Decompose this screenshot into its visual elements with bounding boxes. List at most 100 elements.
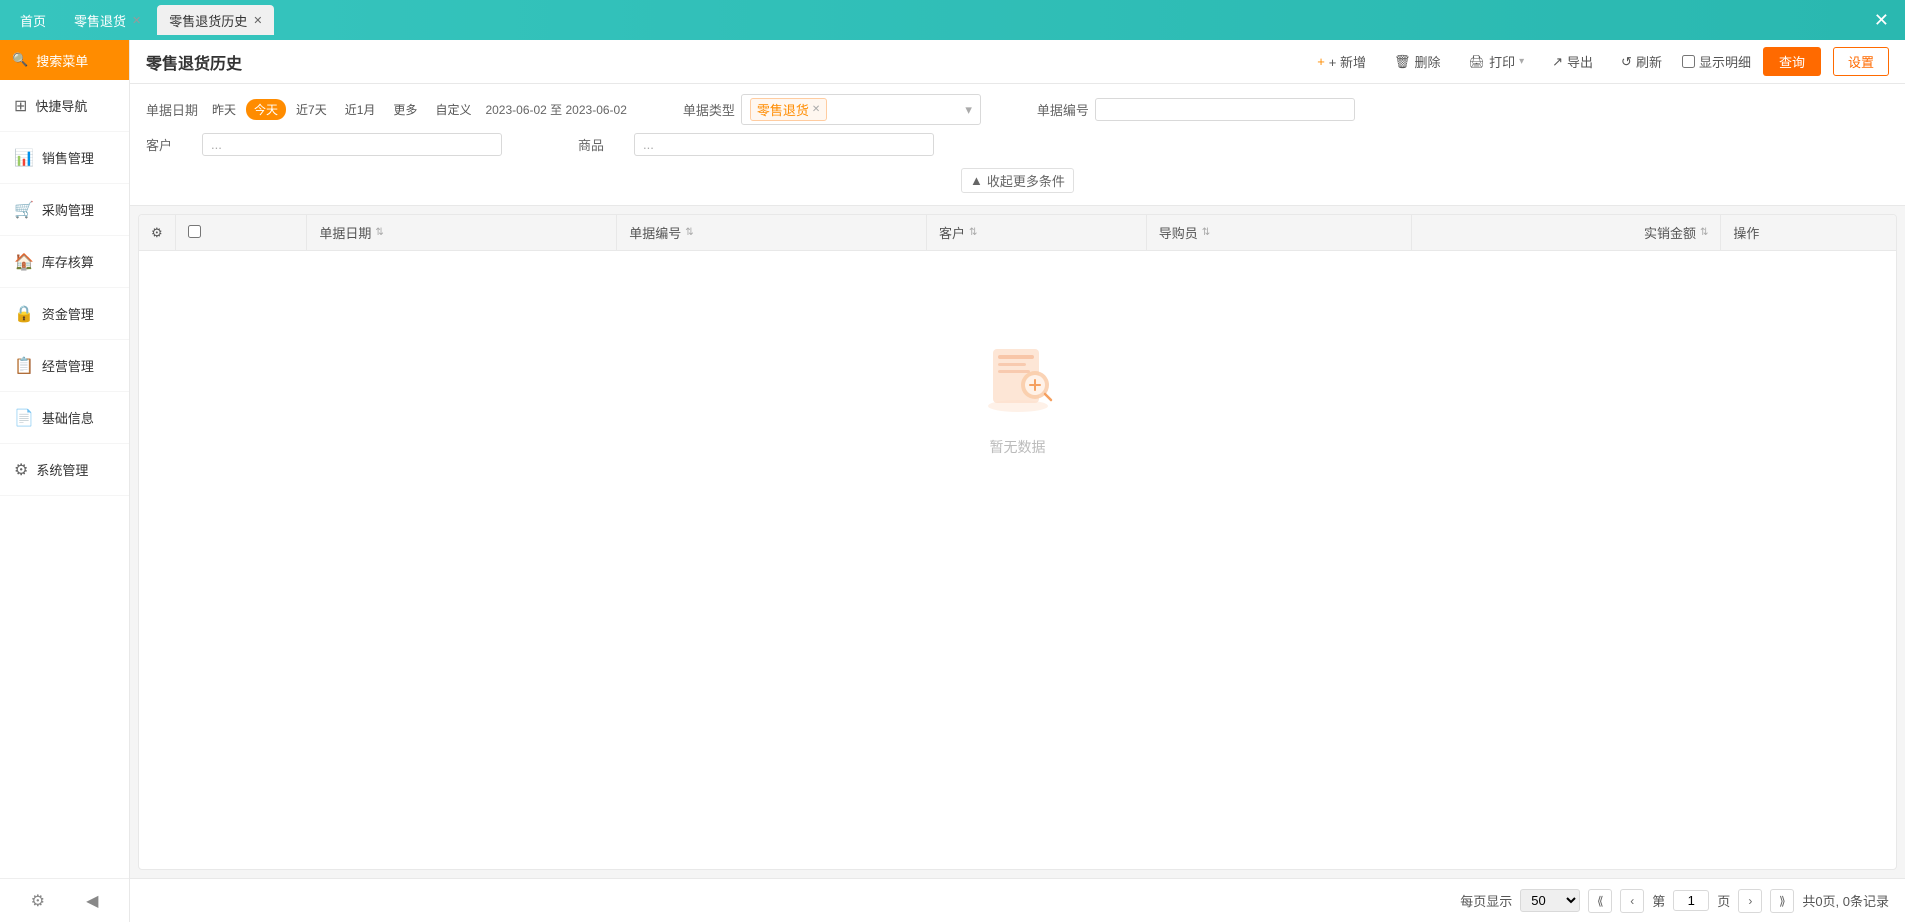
date-label: 单据日期 (146, 100, 198, 119)
top-bar: 首页 零售退货 ✕ 零售退货历史 ✕ ✕ (0, 0, 1905, 40)
date-buttons: 昨天 今天 近7天 近1月 更多 自定义 (204, 99, 479, 120)
page-input[interactable] (1673, 890, 1709, 911)
new-icon: + (1317, 54, 1325, 69)
close-tab-retail-return[interactable]: ✕ (132, 14, 141, 27)
operation-icon: 📋 (14, 356, 34, 376)
date-btn-today[interactable]: 今天 (246, 99, 286, 120)
sort-date-icon: ⇅ (375, 227, 383, 238)
refresh-icon: ↺ (1621, 54, 1632, 70)
per-page-label: 每页显示 (1460, 891, 1512, 910)
date-btn-7days[interactable]: 近7天 (288, 99, 335, 120)
page-next-button[interactable]: › (1738, 889, 1762, 913)
collapse-button[interactable]: ▲ 收起更多条件 (961, 168, 1074, 193)
sales-icon: 📊 (14, 148, 34, 168)
print-icon: 🖨 (1469, 54, 1486, 70)
show-detail-input[interactable] (1682, 55, 1695, 68)
query-button[interactable]: 查询 (1763, 47, 1821, 76)
quick-nav-icon: ⊞ (14, 96, 27, 116)
sidebar-item-system[interactable]: ⚙ 系统管理 (0, 444, 129, 496)
show-detail-checkbox[interactable]: 显示明细 (1682, 52, 1751, 71)
delete-button[interactable]: 🗑 删除 (1386, 48, 1449, 75)
customer-select[interactable]: ... (202, 133, 502, 156)
page-first-button[interactable]: ⟪ (1588, 889, 1612, 913)
th-guide[interactable]: 导购员 ⇅ (1146, 215, 1411, 251)
filter-row-1: 单据日期 昨天 今天 近7天 近1月 更多 自定义 2023-06-02 至 2… (146, 94, 1889, 125)
close-tab-retail-return-history[interactable]: ✕ (253, 14, 262, 27)
refresh-button[interactable]: ↺ 刷新 (1613, 48, 1670, 75)
system-icon: ⚙ (14, 460, 28, 480)
tag-close-icon[interactable]: ✕ (812, 104, 820, 115)
sidebar-search[interactable]: 🔍 搜索菜单 (0, 40, 129, 80)
page-header: 零售退货历史 + + 新增 🗑 删除 🖨 打印 ▾ ↗ 导出 (130, 40, 1905, 84)
voucher-type-select[interactable]: 零售退货 ✕ ▾ (741, 94, 981, 125)
setting-button[interactable]: 设置 (1833, 47, 1889, 76)
tab-retail-return[interactable]: 零售退货 ✕ (62, 5, 153, 35)
tab-home[interactable]: 首页 (8, 5, 58, 35)
sidebar-item-finance[interactable]: 🔒 资金管理 (0, 288, 129, 340)
purchase-icon: 🛒 (14, 200, 34, 220)
page-prev-button[interactable]: ‹ (1620, 889, 1644, 913)
sidebar-item-purchase[interactable]: 🛒 采购管理 (0, 184, 129, 236)
close-window-button[interactable]: ✕ (1866, 10, 1897, 31)
date-range-display: 2023-06-02 至 2023-06-02 (485, 101, 626, 118)
delete-icon: 🗑 (1394, 54, 1411, 70)
pagination-bar: 每页显示 50 100 200 ⟪ ‹ 第 页 › ⟫ 共0页, 0条记录 (130, 878, 1905, 922)
sidebar-item-quick-nav[interactable]: ⊞ 快捷导航 (0, 80, 129, 132)
filter-row-2: 客户 ... 商品 ... (146, 133, 1889, 156)
sidebar: 🔍 搜索菜单 ⊞ 快捷导航 📊 销售管理 🛒 采购管理 🏠 库存核算 🔒 资金管… (0, 40, 130, 922)
basic-info-icon: 📄 (14, 408, 34, 428)
th-op: 操作 (1721, 215, 1896, 251)
customer-placeholder: ... (211, 137, 222, 152)
customer-label: 客户 (146, 135, 196, 154)
voucher-type-tag: 零售退货 ✕ (750, 98, 827, 121)
tab-retail-return-history[interactable]: 零售退货历史 ✕ (157, 5, 274, 35)
collapse-arrow-icon: ▲ (970, 173, 983, 188)
export-icon: ↗ (1552, 54, 1563, 70)
date-btn-custom[interactable]: 自定义 (427, 99, 479, 120)
th-date[interactable]: 单据日期 ⇅ (307, 215, 617, 251)
date-btn-more[interactable]: 更多 (385, 99, 425, 120)
empty-icon (973, 331, 1063, 421)
sidebar-item-operation[interactable]: 📋 经营管理 (0, 340, 129, 392)
sidebar-item-inventory[interactable]: 🏠 库存核算 (0, 236, 129, 288)
data-table: ⚙ 单据日期 ⇅ 单据编号 (139, 215, 1896, 537)
sort-guide-icon: ⇅ (1202, 227, 1210, 238)
voucher-type-label: 单据类型 (683, 100, 735, 119)
gear-icon[interactable]: ⚙ (151, 225, 163, 240)
filter-voucher-type: 单据类型 零售退货 ✕ ▾ (683, 94, 981, 125)
print-button[interactable]: 🖨 打印 ▾ (1461, 48, 1533, 75)
page-last-button[interactable]: ⟫ (1770, 889, 1794, 913)
sidebar-collapse-icon[interactable]: ◀ (86, 891, 98, 911)
filter-customer: 客户 ... (146, 133, 502, 156)
page-title: 零售退货历史 (146, 50, 1309, 74)
new-button[interactable]: + + 新增 (1309, 48, 1374, 75)
filter-voucher-no: 单据编号 (1037, 98, 1355, 121)
th-amount[interactable]: 实销金额 ⇅ (1411, 215, 1721, 251)
voucher-no-label: 单据编号 (1037, 100, 1089, 119)
table-container: ⚙ 单据日期 ⇅ 单据编号 (138, 214, 1897, 870)
th-gear[interactable]: ⚙ (139, 215, 175, 251)
content-area: 零售退货历史 + + 新增 🗑 删除 🖨 打印 ▾ ↗ 导出 (130, 40, 1905, 922)
th-no[interactable]: 单据编号 ⇅ (617, 215, 927, 251)
filter-goods: 商品 ... (578, 133, 934, 156)
page-unit: 页 (1717, 891, 1730, 910)
filter-date: 单据日期 昨天 今天 近7天 近1月 更多 自定义 2023-06-02 至 2… (146, 99, 627, 120)
export-button[interactable]: ↗ 导出 (1544, 48, 1601, 75)
select-all-checkbox[interactable] (188, 225, 201, 238)
goods-select[interactable]: ... (634, 133, 934, 156)
sort-customer-icon: ⇅ (969, 227, 977, 238)
per-page-select[interactable]: 50 100 200 (1520, 889, 1580, 912)
date-btn-1month[interactable]: 近1月 (337, 99, 384, 120)
sidebar-item-basic-info[interactable]: 📄 基础信息 (0, 392, 129, 444)
search-icon: 🔍 (12, 52, 28, 68)
sidebar-settings-icon[interactable]: ⚙ (31, 891, 45, 911)
th-checkbox[interactable] (175, 215, 307, 251)
th-customer[interactable]: 客户 ⇅ (927, 215, 1147, 251)
finance-icon: 🔒 (14, 304, 34, 324)
date-btn-yesterday[interactable]: 昨天 (204, 99, 244, 120)
sort-amount-icon: ⇅ (1700, 227, 1708, 238)
voucher-no-input[interactable] (1095, 98, 1355, 121)
sidebar-item-sales[interactable]: 📊 销售管理 (0, 132, 129, 184)
table-header: ⚙ 单据日期 ⇅ 单据编号 (139, 215, 1896, 251)
print-dropdown-icon: ▾ (1519, 56, 1524, 67)
